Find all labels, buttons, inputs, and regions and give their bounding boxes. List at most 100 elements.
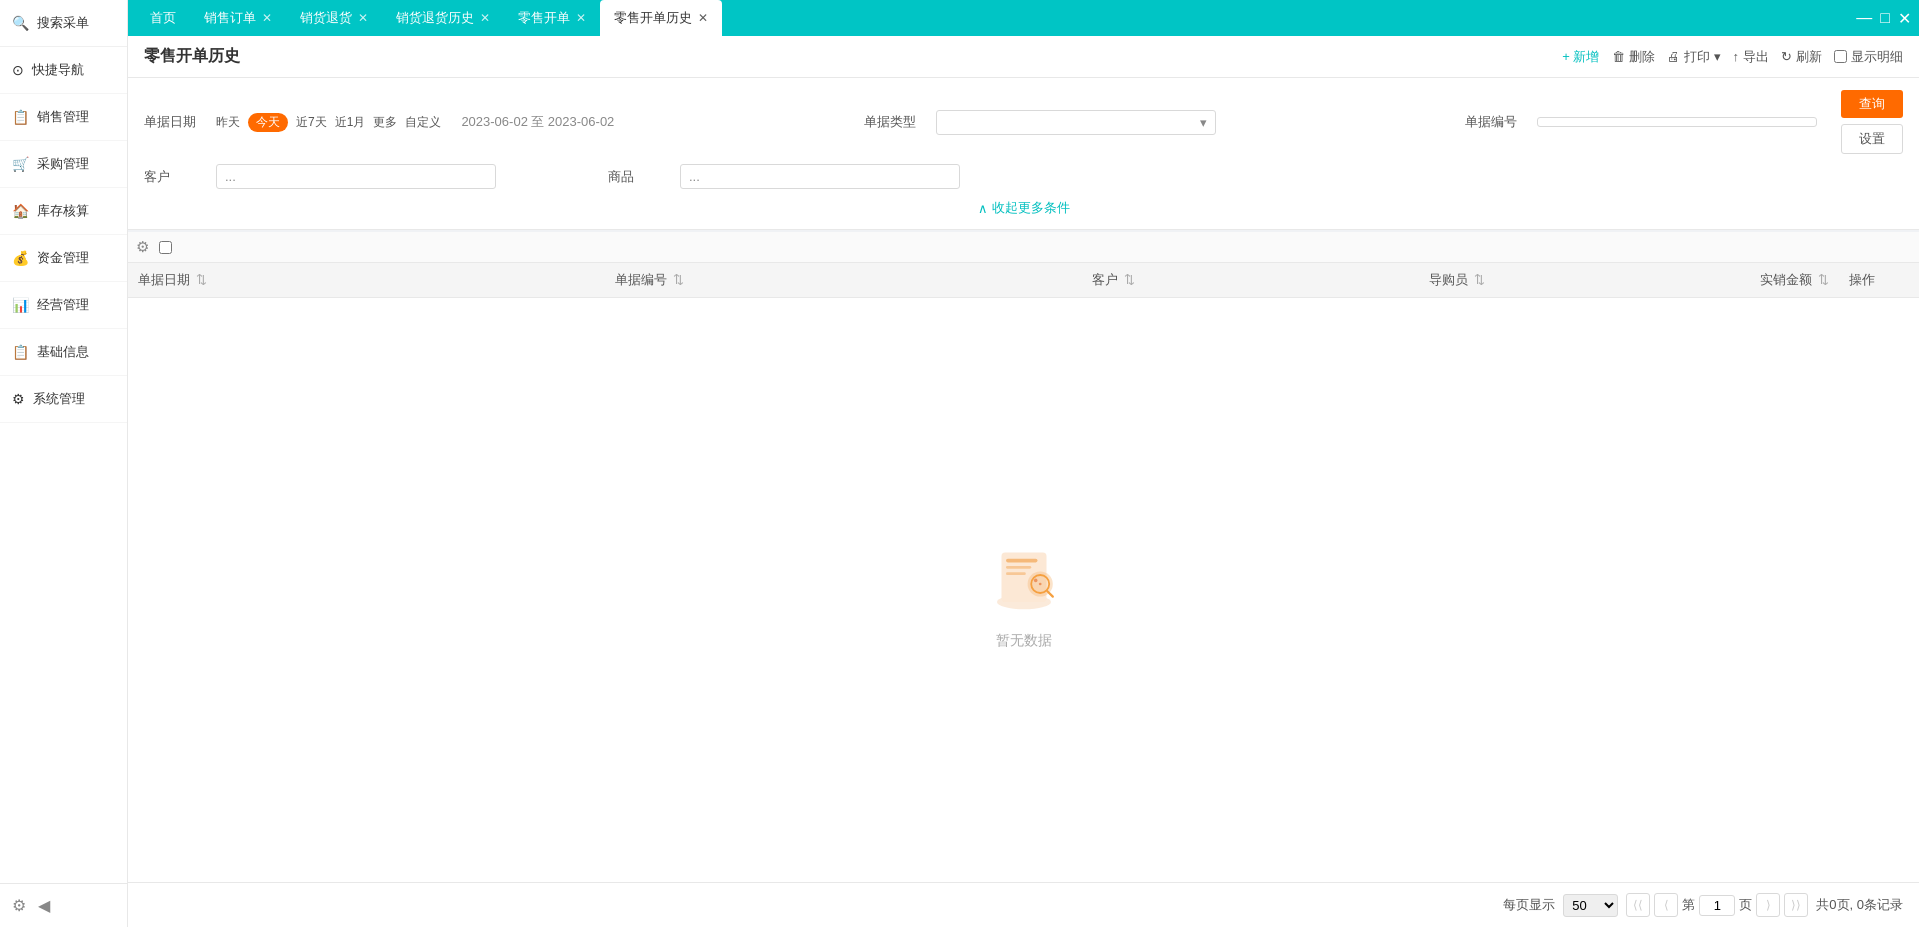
- sidebar-item-operations[interactable]: 📊 经营管理: [0, 282, 127, 329]
- collapse-sidebar-icon[interactable]: ◀: [38, 896, 50, 915]
- tab-sales-return-label: 销货退货: [300, 9, 352, 27]
- show-detail-checkbox[interactable]: 显示明细: [1834, 48, 1903, 66]
- next-page-button[interactable]: ⟩: [1756, 893, 1780, 917]
- export-button[interactable]: ↑ 导出: [1733, 48, 1770, 66]
- print-label: 打印: [1684, 48, 1710, 66]
- tab-sales-return[interactable]: 销货退货 ✕: [286, 0, 382, 36]
- query-button[interactable]: 查询: [1841, 90, 1903, 118]
- col-amount[interactable]: 实销金额 ⇅: [1719, 263, 1839, 298]
- empty-text: 暂无数据: [996, 632, 1052, 650]
- close-icon[interactable]: ✕: [576, 11, 586, 25]
- per-page-label: 每页显示: [1503, 896, 1555, 914]
- col-customer[interactable]: 客户 ⇅: [1082, 263, 1419, 298]
- type-select[interactable]: ▾: [936, 110, 1216, 135]
- window-minimize-icon[interactable]: —: [1856, 9, 1872, 28]
- number-input[interactable]: [1537, 117, 1817, 127]
- sidebar-item-basic-info[interactable]: 📋 基础信息: [0, 329, 127, 376]
- show-detail-label: 显示明细: [1851, 48, 1903, 66]
- purchase-icon: 🛒: [12, 156, 29, 172]
- tab-sales-return-history-label: 销货退货历史: [396, 9, 474, 27]
- goods-label: 商品: [608, 168, 664, 186]
- pagination: 每页显示 50 20 100 ⟨⟨ ⟨ 第 页 ⟩ ⟩⟩ 共0页, 0条记录: [128, 882, 1919, 927]
- customer-input[interactable]: ...: [216, 164, 496, 189]
- col-date[interactable]: 单据日期 ⇅: [128, 263, 605, 298]
- svg-rect-4: [1006, 572, 1026, 575]
- sort-icon: ⇅: [1474, 272, 1485, 287]
- svg-point-9: [1038, 583, 1041, 586]
- filter-row-1: 单据日期 昨天 今天 近7天 近1月 更多 自定义 2023-06-02 至 2…: [144, 90, 1903, 154]
- filter-row-2: 客户 ... 商品 ...: [144, 164, 1903, 189]
- table-settings-icon[interactable]: ⚙: [136, 238, 149, 256]
- tab-bar: 首页 销售订单 ✕ 销货退货 ✕ 销货退货历史 ✕ 零售开单 ✕ 零售开单历史 …: [128, 0, 1919, 36]
- page-label-pre: 第: [1682, 896, 1695, 914]
- sidebar-item-quick-nav[interactable]: ⊙ 快捷导航: [0, 47, 127, 94]
- custom-shortcut[interactable]: 自定义: [405, 114, 441, 131]
- window-maximize-icon[interactable]: □: [1880, 9, 1890, 28]
- basic-info-icon: 📋: [12, 344, 29, 360]
- setting-button[interactable]: 设置: [1841, 124, 1903, 154]
- tab-retail-open-label: 零售开单: [518, 9, 570, 27]
- print-button[interactable]: 🖨 打印 ▾: [1667, 48, 1721, 66]
- select-all-checkbox[interactable]: [159, 241, 172, 254]
- settings-icon[interactable]: ⚙: [12, 896, 26, 915]
- refresh-icon: ↻: [1781, 49, 1792, 64]
- number-label: 单据编号: [1465, 113, 1521, 131]
- sidebar-item-sales-mgmt[interactable]: 📋 销售管理: [0, 94, 127, 141]
- sales-icon: 📋: [12, 109, 29, 125]
- customer-label: 客户: [144, 168, 200, 186]
- svg-rect-3: [1006, 566, 1031, 569]
- last7-shortcut[interactable]: 近7天: [296, 114, 327, 131]
- close-icon[interactable]: ✕: [262, 11, 272, 25]
- goods-placeholder: ...: [689, 169, 700, 184]
- tab-sales-order-label: 销售订单: [204, 9, 256, 27]
- collapse-up-icon: ∧: [978, 201, 988, 216]
- tab-retail-open[interactable]: 零售开单 ✕: [504, 0, 600, 36]
- svg-rect-2: [1006, 559, 1038, 563]
- empty-illustration: [979, 530, 1069, 620]
- add-button[interactable]: + 新增: [1562, 48, 1599, 66]
- page-input[interactable]: [1699, 895, 1735, 916]
- type-dropdown-icon: ▾: [1200, 115, 1207, 130]
- close-icon[interactable]: ✕: [358, 11, 368, 25]
- close-icon[interactable]: ✕: [698, 11, 708, 25]
- sidebar-item-label: 库存核算: [37, 202, 89, 220]
- sidebar-item-label: 采购管理: [37, 155, 89, 173]
- sidebar-item-inventory[interactable]: 🏠 库存核算: [0, 188, 127, 235]
- last-page-button[interactable]: ⟩⟩: [1784, 893, 1808, 917]
- sidebar-item-label: 快捷导航: [32, 61, 84, 79]
- show-detail-input[interactable]: [1834, 50, 1847, 63]
- refresh-button[interactable]: ↻ 刷新: [1781, 48, 1822, 66]
- operations-icon: 📊: [12, 297, 29, 313]
- yesterday-shortcut[interactable]: 昨天: [216, 114, 240, 131]
- page-size-select[interactable]: 50 20 100: [1563, 894, 1618, 917]
- close-icon[interactable]: ✕: [480, 11, 490, 25]
- sidebar-item-sys-mgmt[interactable]: ⚙ 系统管理: [0, 376, 127, 423]
- page-header: 零售开单历史 + 新增 🗑 删除 🖨 打印 ▾ ↑ 导出 ↻ 刷新: [128, 36, 1919, 78]
- window-close-icon[interactable]: ✕: [1898, 9, 1911, 28]
- sidebar-item-label: 经营管理: [37, 296, 89, 314]
- add-label: + 新增: [1562, 48, 1599, 66]
- today-shortcut[interactable]: 今天: [248, 113, 288, 132]
- tab-sales-return-history[interactable]: 销货退货历史 ✕: [382, 0, 504, 36]
- first-page-button[interactable]: ⟨⟨: [1626, 893, 1650, 917]
- table-toolbar: ⚙: [128, 232, 1919, 263]
- tab-sales-order[interactable]: 销售订单 ✕: [190, 0, 286, 36]
- more-shortcut[interactable]: 更多: [373, 114, 397, 131]
- prev-page-button[interactable]: ⟨: [1654, 893, 1678, 917]
- tab-home[interactable]: 首页: [136, 0, 190, 36]
- goods-input[interactable]: ...: [680, 164, 960, 189]
- date-range-display: 2023-06-02 至 2023-06-02: [461, 113, 614, 131]
- sidebar-item-finance[interactable]: 💰 资金管理: [0, 235, 127, 282]
- collapse-button[interactable]: ∧ 收起更多条件: [144, 199, 1903, 217]
- col-number[interactable]: 单据编号 ⇅: [605, 263, 1082, 298]
- finance-icon: 💰: [12, 250, 29, 266]
- last-month-shortcut[interactable]: 近1月: [335, 114, 366, 131]
- tab-retail-open-history[interactable]: 零售开单历史 ✕: [600, 0, 722, 36]
- sidebar-item-label: 销售管理: [37, 108, 89, 126]
- empty-state: 暂无数据: [128, 298, 1919, 882]
- sidebar-search[interactable]: 🔍 搜索采单: [0, 0, 127, 47]
- sidebar-footer: ⚙ ◀: [0, 883, 127, 927]
- sidebar-item-purchase-mgmt[interactable]: 🛒 采购管理: [0, 141, 127, 188]
- col-guide[interactable]: 导购员 ⇅: [1419, 263, 1719, 298]
- delete-button[interactable]: 🗑 删除: [1612, 48, 1655, 66]
